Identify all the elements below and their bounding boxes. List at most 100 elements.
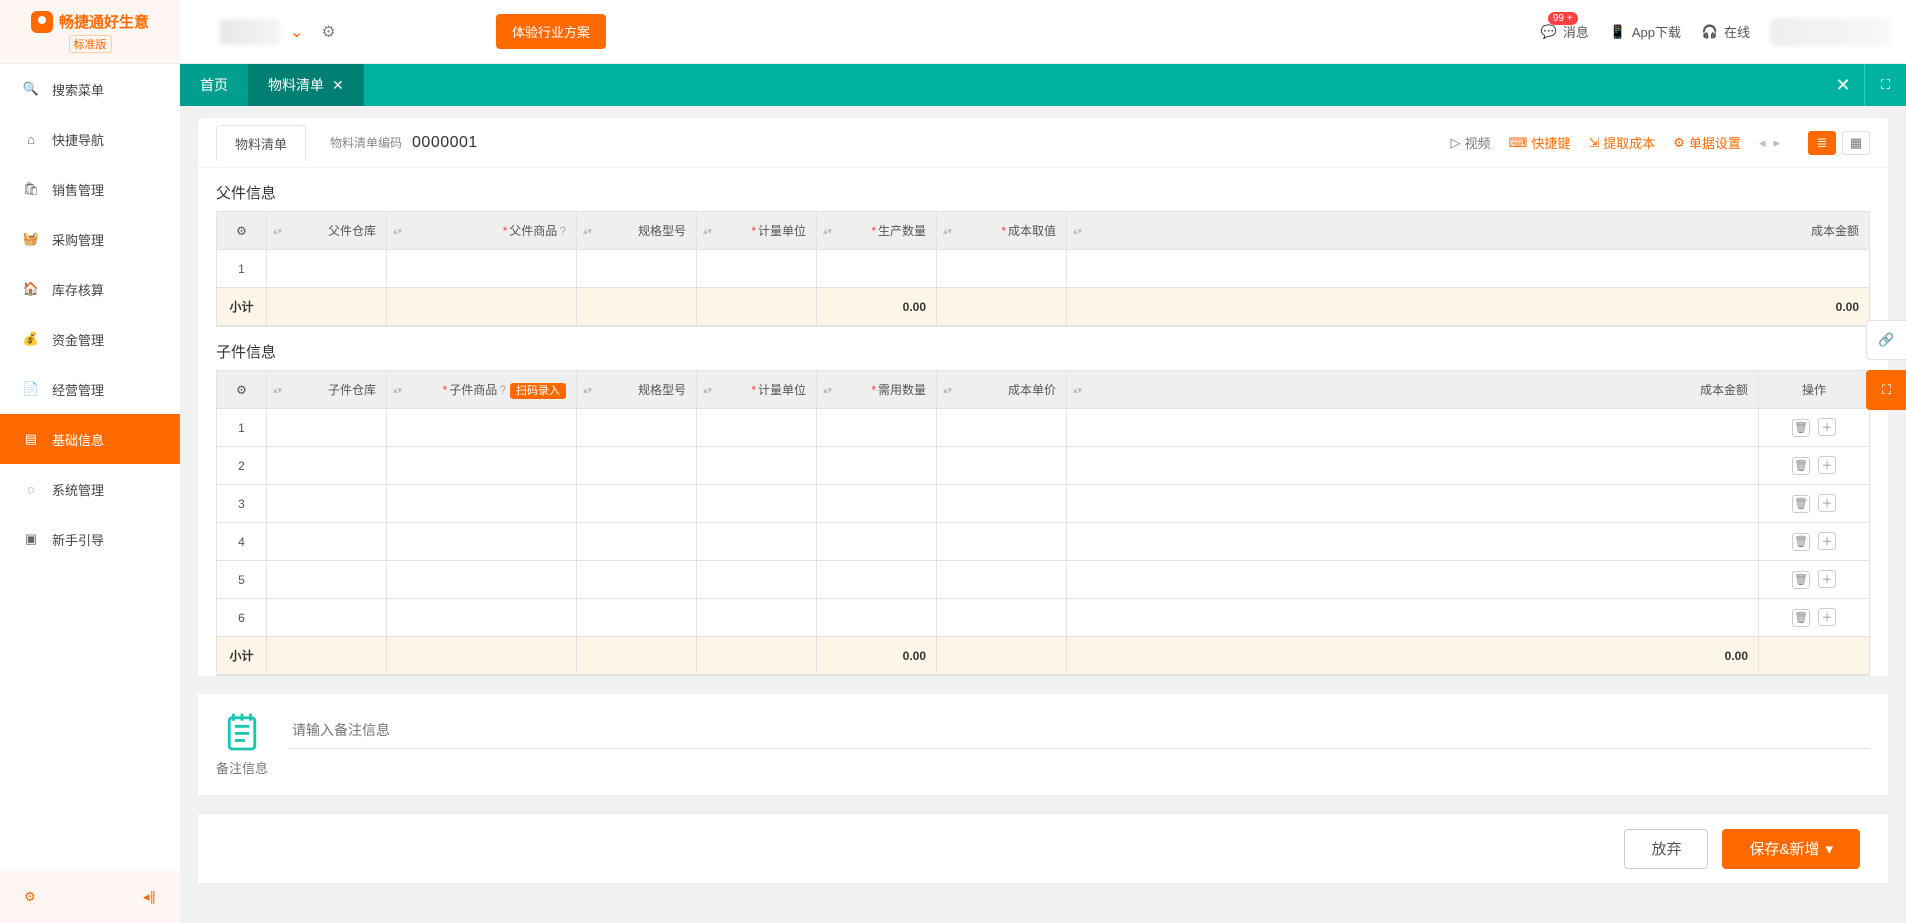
cell-unit[interactable] (697, 599, 817, 637)
delete-row-icon[interactable]: 🗑 (1792, 457, 1810, 475)
prev-icon[interactable]: ◂ (1759, 135, 1766, 151)
cell-product[interactable] (387, 523, 577, 561)
cell-warehouse[interactable] (267, 523, 387, 561)
cell-warehouse[interactable] (267, 409, 387, 447)
cell-warehouse[interactable] (267, 561, 387, 599)
cell-qty[interactable] (817, 561, 937, 599)
col-settings[interactable]: ⚙ (217, 212, 267, 250)
tab-home[interactable]: 首页 (180, 64, 248, 106)
col-parent-warehouse[interactable]: ▴▾父件仓库 (267, 212, 387, 250)
cell-unit-cost[interactable] (937, 485, 1067, 523)
cell-unit[interactable] (697, 485, 817, 523)
parent-row[interactable]: 1 (217, 250, 1869, 288)
sidebar-item-system[interactable]: ◌ 系统管理 (0, 464, 180, 514)
child-row[interactable]: 1🗑＋ (217, 409, 1869, 447)
add-row-icon[interactable]: ＋ (1818, 456, 1836, 474)
cell-cost-amount[interactable] (1067, 485, 1759, 523)
cell-unit-cost[interactable] (937, 523, 1067, 561)
cell-cost-amount[interactable] (1067, 523, 1759, 561)
cell-warehouse[interactable] (267, 250, 387, 288)
cell-unit-cost[interactable] (937, 409, 1067, 447)
settings-icon[interactable]: ⚙ (24, 889, 36, 905)
child-row[interactable]: 3🗑＋ (217, 485, 1869, 523)
sidebar-item-sales[interactable]: 🛍 销售管理 (0, 164, 180, 214)
delete-row-icon[interactable]: 🗑 (1792, 533, 1810, 551)
cell-unit-cost[interactable] (937, 561, 1067, 599)
add-row-icon[interactable]: ＋ (1818, 532, 1836, 550)
cell-qty[interactable] (817, 447, 937, 485)
tabbar-expand[interactable]: ⛶ (1864, 64, 1906, 106)
cell-unit[interactable] (697, 447, 817, 485)
app-download-button[interactable]: 📱 App下载 (1609, 22, 1681, 41)
online-service-button[interactable]: 🎧 在线 (1701, 22, 1750, 41)
child-row[interactable]: 5🗑＋ (217, 561, 1869, 599)
add-row-icon[interactable]: ＋ (1818, 570, 1836, 588)
sidebar-item-quicknav[interactable]: ⌂ 快捷导航 (0, 114, 180, 164)
cell-qty[interactable] (817, 409, 937, 447)
cell-product[interactable] (387, 447, 577, 485)
cell-product[interactable] (387, 599, 577, 637)
col-need-qty[interactable]: ▴▾*需用数量 (817, 371, 937, 409)
col-settings[interactable]: ⚙ (217, 371, 267, 409)
next-icon[interactable]: ▸ (1773, 135, 1780, 151)
cell-spec[interactable] (577, 250, 697, 288)
cell-warehouse[interactable] (267, 447, 387, 485)
close-icon[interactable]: ✕ (332, 77, 344, 94)
col-spec[interactable]: ▴▾规格型号 (577, 371, 697, 409)
cell-cost-amount[interactable] (1067, 561, 1759, 599)
delete-row-icon[interactable]: 🗑 (1792, 609, 1810, 627)
cell-unit[interactable] (697, 523, 817, 561)
cell-product[interactable] (387, 409, 577, 447)
cell-cost-amount[interactable] (1067, 599, 1759, 637)
trial-button[interactable]: 体验行业方案 (496, 14, 606, 49)
doc-settings-button[interactable]: ⚙ 单据设置 (1673, 133, 1741, 152)
col-spec[interactable]: ▴▾规格型号 (577, 212, 697, 250)
org-selector[interactable]: ⌄ ⚙ (220, 19, 480, 45)
attachment-button[interactable]: 🔗 (1866, 320, 1906, 360)
cell-qty[interactable] (817, 250, 937, 288)
col-qty[interactable]: ▴▾*生产数量 (817, 212, 937, 250)
page-tab-bom[interactable]: 物料清单 (216, 125, 306, 161)
cell-product[interactable] (387, 250, 577, 288)
save-new-button[interactable]: 保存&新增 ▾ (1722, 829, 1860, 869)
tabbar-close-all[interactable]: ✕ (1822, 64, 1864, 106)
cell-qty[interactable] (817, 523, 937, 561)
cell-unit-cost[interactable] (937, 447, 1067, 485)
discard-button[interactable]: 放弃 (1624, 829, 1708, 869)
col-unit[interactable]: ▴▾*计量单位 (697, 371, 817, 409)
sidebar-item-basicinfo[interactable]: ▤ 基础信息 (0, 414, 180, 464)
child-row[interactable]: 6🗑＋ (217, 599, 1869, 637)
logo-block[interactable]: 畅捷通好生意 标准版 (0, 0, 180, 63)
add-row-icon[interactable]: ＋ (1818, 418, 1836, 436)
cell-cost-amount[interactable] (1067, 409, 1759, 447)
cell-warehouse[interactable] (267, 485, 387, 523)
cell-unit[interactable] (697, 561, 817, 599)
col-unit-cost[interactable]: ▴▾成本单价 (937, 371, 1067, 409)
sidebar-item-search[interactable]: 🔍 搜索菜单 (0, 64, 180, 114)
gear-icon[interactable]: ⚙ (321, 22, 335, 42)
fullscreen-button[interactable]: ⛶ (1866, 370, 1906, 410)
tab-bom[interactable]: 物料清单 ✕ (248, 64, 364, 106)
col-cost-mode[interactable]: ▴▾*成本取值 (937, 212, 1067, 250)
cell-product[interactable] (387, 485, 577, 523)
cell-spec[interactable] (577, 409, 697, 447)
delete-row-icon[interactable]: 🗑 (1792, 495, 1810, 513)
col-cost-amount[interactable]: ▴▾成本金额 (1067, 212, 1869, 250)
user-info-redacted[interactable] (1770, 18, 1890, 46)
add-row-icon[interactable]: ＋ (1818, 494, 1836, 512)
col-unit[interactable]: ▴▾*计量单位 (697, 212, 817, 250)
cell-unit-cost[interactable] (937, 599, 1067, 637)
messages-button[interactable]: 💬 99 + 消息 (1540, 22, 1589, 41)
add-row-icon[interactable]: ＋ (1818, 608, 1836, 626)
collapse-icon[interactable]: ◂∥ (143, 889, 156, 905)
shortcut-button[interactable]: ⌨ 快捷键 (1509, 133, 1571, 152)
child-row[interactable]: 4🗑＋ (217, 523, 1869, 561)
sidebar-item-operation[interactable]: 📄 经营管理 (0, 364, 180, 414)
cell-qty[interactable] (817, 485, 937, 523)
sidebar-item-funds[interactable]: 💰 资金管理 (0, 314, 180, 364)
cell-spec[interactable] (577, 599, 697, 637)
delete-row-icon[interactable]: 🗑 (1792, 571, 1810, 589)
sidebar-item-inventory[interactable]: 🏠 库存核算 (0, 264, 180, 314)
col-parent-product[interactable]: ▴▾*父件商品? (387, 212, 577, 250)
scan-input-tag[interactable]: 扫码录入 (510, 383, 566, 399)
